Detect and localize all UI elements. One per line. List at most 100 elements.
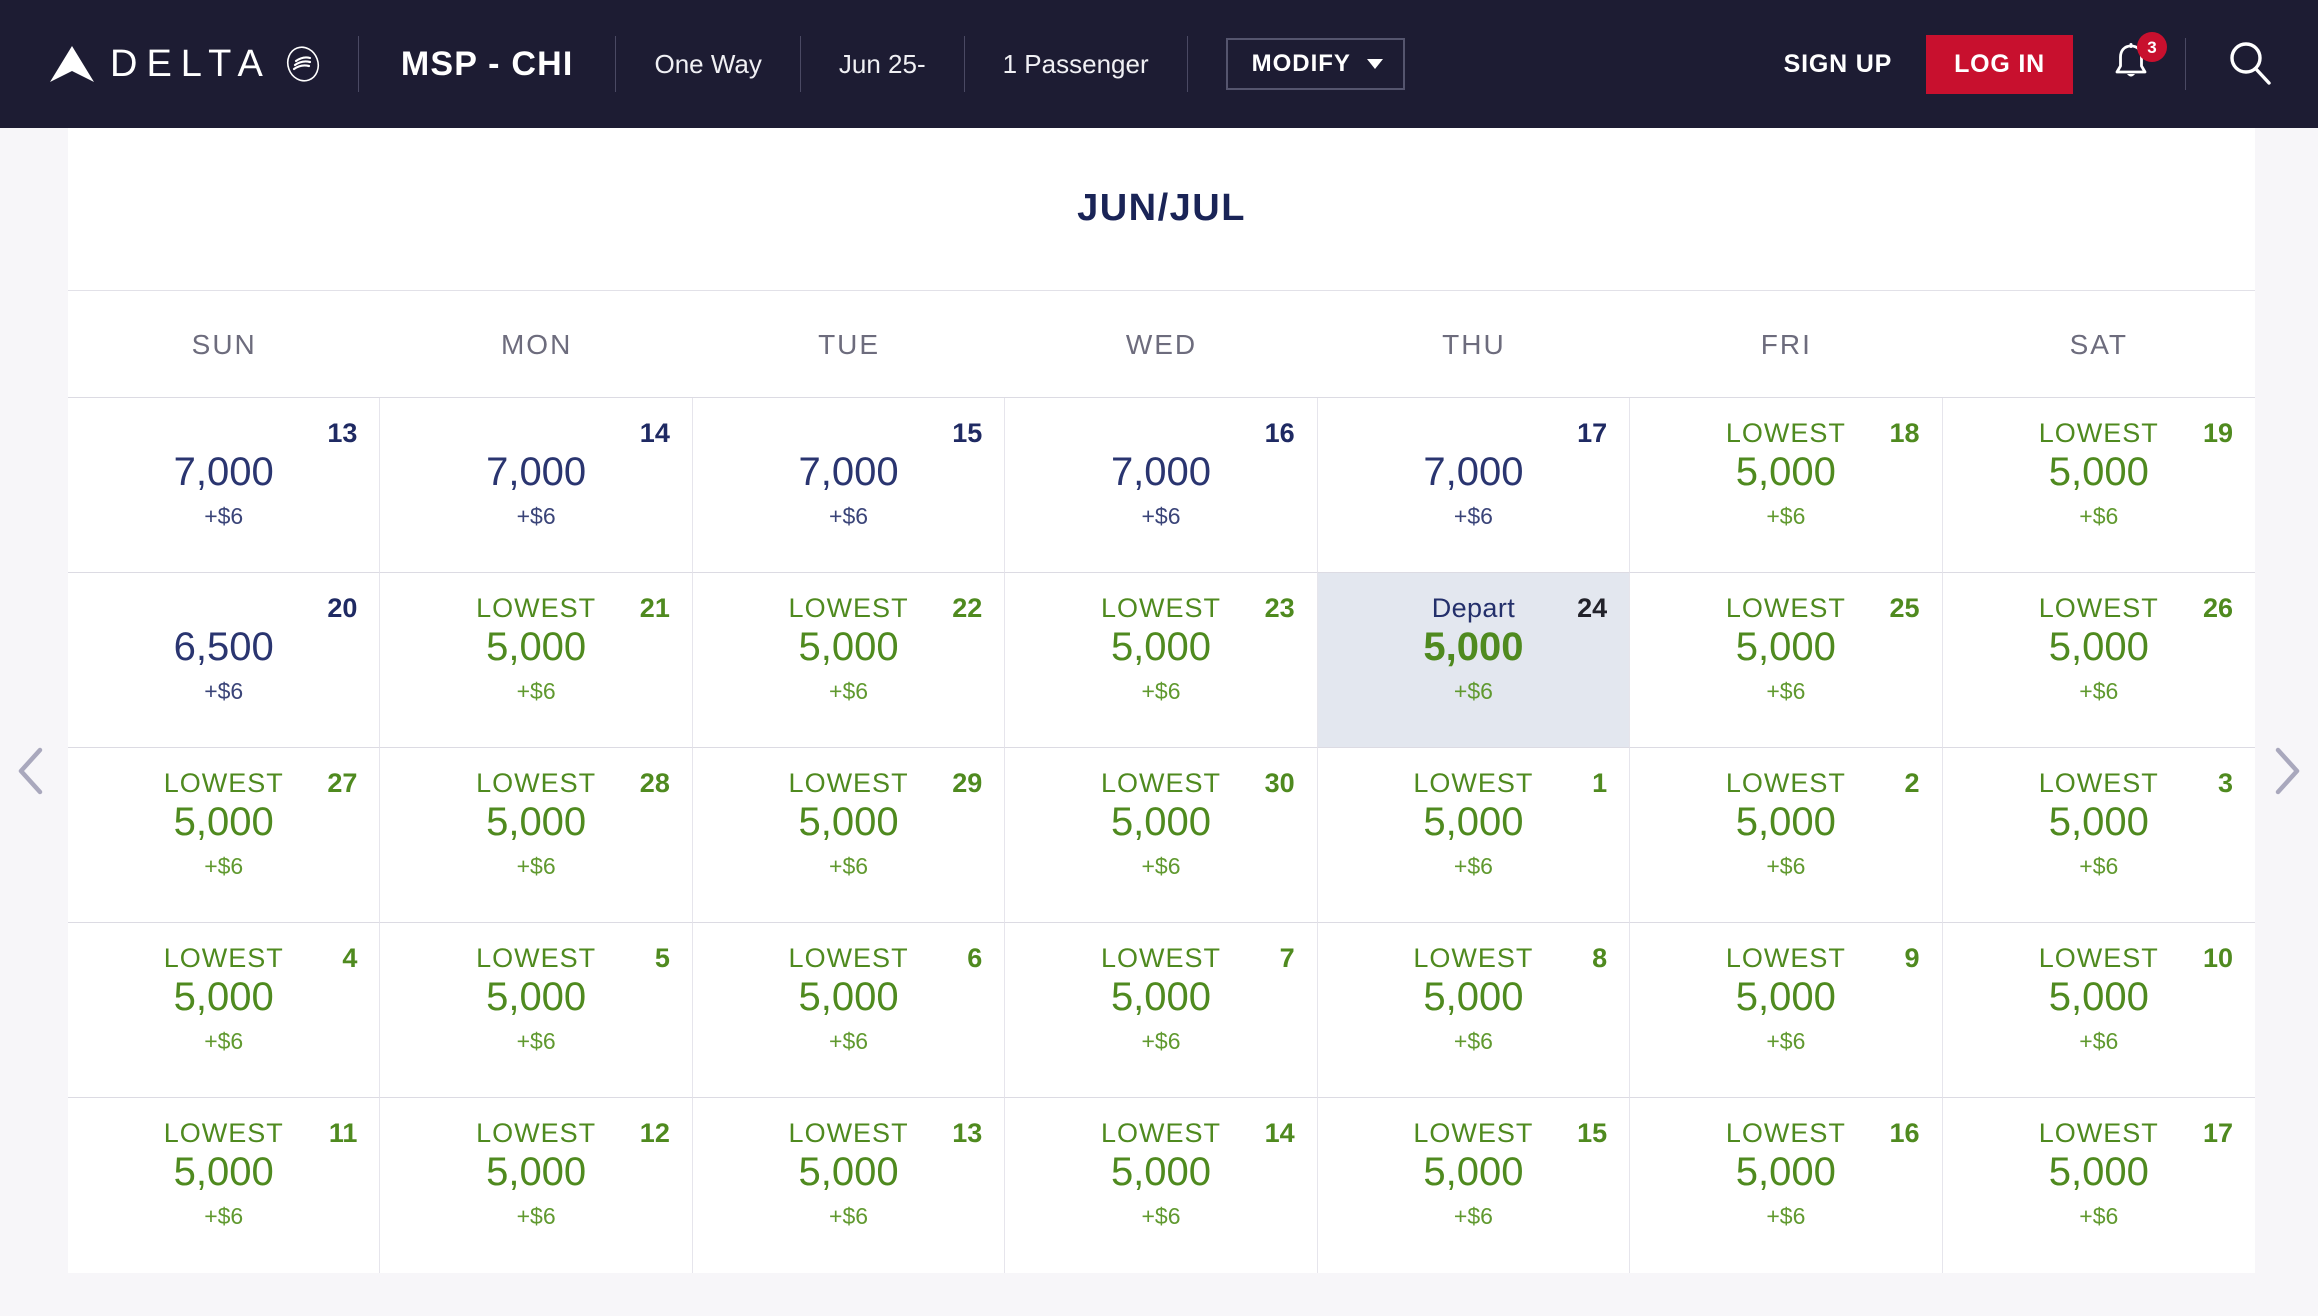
calendar-day-cell[interactable]: LOWEST 17 5,000 +$6 bbox=[1942, 1098, 2255, 1273]
cell-header: LOWEST 12 bbox=[380, 1098, 691, 1147]
calendar-day-cell[interactable]: LOWEST 12 5,000 +$6 bbox=[380, 1098, 693, 1273]
cell-header: LOWEST 14 bbox=[1005, 1098, 1316, 1147]
day-number: 18 bbox=[1889, 418, 1920, 448]
calendar-day-cell[interactable]: LOWEST 27 5,000 +$6 bbox=[68, 748, 381, 923]
calendar-day-cell[interactable]: LOWEST 8 5,000 +$6 bbox=[1317, 923, 1631, 1098]
fare-calendar-panel: JUN/JUL SUN MON TUE WED THU FRI SAT 13 7,000 +$6… bbox=[68, 128, 2255, 1273]
cell-header: 20 bbox=[68, 573, 379, 622]
day-number: 28 bbox=[639, 768, 670, 798]
lowest-fare-label: LOWEST bbox=[1413, 768, 1534, 798]
calendar-day-cell[interactable]: LOWEST 25 5,000 +$6 bbox=[1630, 573, 1943, 748]
cell-header: LOWEST 28 bbox=[380, 748, 691, 798]
fare-taxes: +$6 bbox=[1141, 853, 1181, 879]
calendar-day-cell[interactable]: 20 6,500 +$6 bbox=[68, 573, 381, 748]
calendar-day-cell[interactable]: LOWEST 28 5,000 +$6 bbox=[380, 748, 693, 923]
cell-header: LOWEST 4 bbox=[68, 923, 379, 973]
fare-calendar-grid: 13 7,000 +$6 14 7,000 +$6 15 7,000 +$6 16 7,000 +$6… bbox=[68, 397, 2255, 1273]
day-number: 14 bbox=[639, 418, 670, 448]
fare-miles: 5,000 bbox=[798, 1150, 899, 1194]
calendar-day-cell[interactable]: 16 7,000 +$6 bbox=[1005, 398, 1318, 573]
day-number: 22 bbox=[952, 593, 983, 623]
calendar-day-cell[interactable]: 15 7,000 +$6 bbox=[692, 398, 1006, 573]
cell-header: 13 bbox=[68, 398, 379, 447]
lowest-fare-label: LOWEST bbox=[2038, 418, 2159, 448]
day-of-week-sat: SAT bbox=[2069, 329, 2128, 360]
fare-miles: 5,000 bbox=[1423, 975, 1524, 1019]
fare-taxes: +$6 bbox=[1453, 853, 1493, 879]
day-number: 17 bbox=[1577, 418, 1608, 448]
calendar-day-cell[interactable]: LOWEST 21 5,000 +$6 bbox=[380, 573, 693, 748]
lowest-fare-label: LOWEST bbox=[1725, 768, 1846, 798]
calendar-day-cell[interactable]: LOWEST 18 5,000 +$6 bbox=[1630, 398, 1943, 573]
calendar-day-cell[interactable]: LOWEST 10 5,000 +$6 bbox=[1942, 923, 2255, 1098]
calendar-day-cell[interactable]: LOWEST 3 5,000 +$6 bbox=[1942, 748, 2255, 923]
day-number: 4 bbox=[342, 943, 358, 973]
fare-miles: 5,000 bbox=[173, 800, 274, 844]
calendar-day-cell[interactable]: Depart 24 5,000 +$6 bbox=[1317, 573, 1631, 748]
day-number: 21 bbox=[639, 593, 670, 623]
log-in-button[interactable]: LOG IN bbox=[1926, 34, 2073, 94]
lowest-fare-label: LOWEST bbox=[788, 943, 909, 973]
calendar-day-cell[interactable]: LOWEST 14 5,000 +$6 bbox=[1005, 1098, 1318, 1273]
fare-taxes: +$6 bbox=[1766, 503, 1806, 529]
calendar-day-cell[interactable]: LOWEST 9 5,000 +$6 bbox=[1630, 923, 1943, 1098]
calendar-day-cell[interactable]: LOWEST 22 5,000 +$6 bbox=[692, 573, 1006, 748]
fare-miles: 5,000 bbox=[1110, 800, 1212, 844]
calendar-day-cell[interactable]: LOWEST 13 5,000 +$6 bbox=[692, 1098, 1006, 1273]
calendar-day-cell[interactable]: LOWEST 5 5,000 +$6 bbox=[380, 923, 693, 1098]
search-button[interactable] bbox=[2220, 34, 2280, 94]
lowest-fare-label: LOWEST bbox=[1100, 593, 1221, 623]
modify-label: MODIFY bbox=[1251, 50, 1351, 77]
calendar-day-cell[interactable]: 13 7,000 +$6 bbox=[68, 398, 381, 573]
calendar-day-cell[interactable]: 14 7,000 +$6 bbox=[380, 398, 693, 573]
lowest-fare-label: LOWEST bbox=[163, 768, 284, 798]
day-number: 16 bbox=[1264, 418, 1295, 448]
lowest-fare-label: LOWEST bbox=[163, 1118, 284, 1148]
dates-label[interactable]: Jun 25- bbox=[801, 49, 964, 80]
calendar-day-cell[interactable]: LOWEST 16 5,000 +$6 bbox=[1630, 1098, 1943, 1273]
calendar-day-cell[interactable]: LOWEST 30 5,000 +$6 bbox=[1005, 748, 1318, 923]
notifications-button[interactable]: 3 bbox=[2103, 32, 2167, 92]
day-number: 17 bbox=[2202, 1118, 2233, 1148]
day-number: 15 bbox=[1577, 1118, 1608, 1148]
calendar-day-cell[interactable]: LOWEST 23 5,000 +$6 bbox=[1005, 573, 1318, 748]
calendar-day-cell[interactable]: LOWEST 29 5,000 +$6 bbox=[692, 748, 1006, 923]
modify-search-button[interactable]: MODIFY bbox=[1225, 38, 1405, 90]
day-number: 24 bbox=[1577, 593, 1608, 623]
calendar-day-cell[interactable]: LOWEST 2 5,000 +$6 bbox=[1630, 748, 1943, 923]
day-number: 5 bbox=[654, 943, 670, 973]
cell-header: LOWEST 16 bbox=[1630, 1098, 1941, 1147]
fare-taxes: +$6 bbox=[1141, 1203, 1181, 1229]
day-number: 19 bbox=[2202, 418, 2233, 448]
calendar-day-cell[interactable]: LOWEST 1 5,000 +$6 bbox=[1317, 748, 1631, 923]
calendar-day-cell[interactable]: LOWEST 11 5,000 +$6 bbox=[68, 1098, 381, 1273]
fare-miles: 5,000 bbox=[2048, 450, 2149, 494]
delta-logo[interactable]: DELTA bbox=[48, 44, 322, 84]
fare-taxes: +$6 bbox=[1766, 678, 1806, 704]
calendar-day-cell[interactable]: LOWEST 7 5,000 +$6 bbox=[1005, 923, 1318, 1098]
calendar-day-cell[interactable]: LOWEST 26 5,000 +$6 bbox=[1942, 573, 2255, 748]
fare-taxes: +$6 bbox=[1766, 853, 1806, 879]
calendar-day-cell[interactable]: LOWEST 15 5,000 +$6 bbox=[1317, 1098, 1631, 1273]
prev-month-arrow[interactable] bbox=[8, 747, 54, 795]
next-month-arrow[interactable] bbox=[2264, 747, 2310, 795]
cell-header: LOWEST 5 bbox=[380, 923, 691, 973]
calendar-day-cell[interactable]: 17 7,000 +$6 bbox=[1317, 398, 1631, 573]
fare-taxes: +$6 bbox=[204, 1203, 244, 1229]
cell-header: LOWEST 30 bbox=[1005, 748, 1316, 797]
calendar-day-cell[interactable]: LOWEST 6 5,000 +$6 bbox=[692, 923, 1006, 1098]
day-of-week-header: SUN MON TUE WED THU FRI SAT bbox=[68, 290, 2255, 397]
fare-taxes: +$6 bbox=[829, 1028, 869, 1054]
fare-taxes: +$6 bbox=[204, 853, 244, 879]
calendar-day-cell[interactable]: LOWEST 19 5,000 +$6 bbox=[1942, 398, 2255, 573]
lowest-fare-label: LOWEST bbox=[1725, 943, 1846, 973]
day-number: 27 bbox=[327, 768, 358, 798]
fare-taxes: +$6 bbox=[516, 503, 556, 529]
day-number: 13 bbox=[952, 1118, 983, 1148]
calendar-day-cell[interactable]: LOWEST 4 5,000 +$6 bbox=[68, 923, 381, 1098]
app-header: DELTA MSP - CHI One Way Jun 25- 1 Passen… bbox=[0, 0, 2318, 128]
route-label: MSP - CHI bbox=[400, 44, 574, 83]
sign-up-link[interactable]: SIGN UP bbox=[1784, 50, 1892, 79]
passengers-label[interactable]: 1 Passenger bbox=[965, 49, 1187, 80]
trip-type-label[interactable]: One Way bbox=[616, 49, 799, 80]
